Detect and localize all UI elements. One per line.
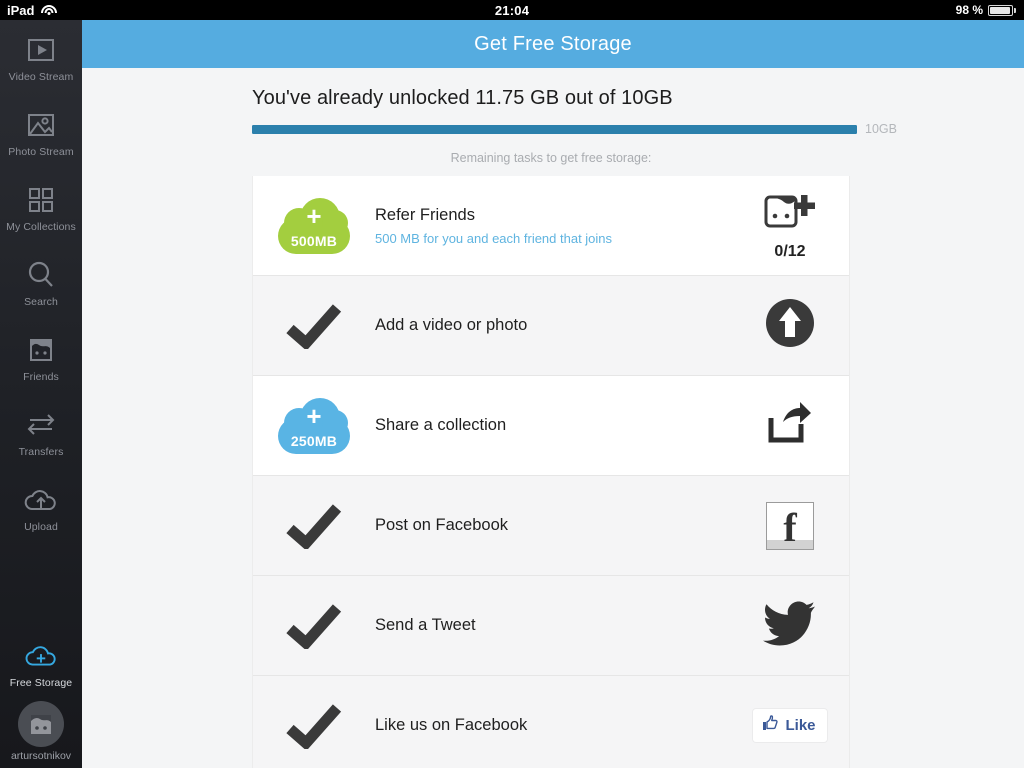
task-title-group: Refer Friends 500 MB for you and each fr… — [375, 206, 731, 246]
photo-stream-icon — [23, 108, 59, 142]
wifi-icon — [41, 4, 58, 16]
sidebar-item-upload[interactable]: Upload — [0, 470, 82, 545]
like-button-label: Like — [785, 717, 816, 734]
checkmark-icon — [286, 703, 342, 749]
sidebar-item-free-storage[interactable]: Free Storage — [0, 626, 82, 701]
progress-cap-label: 10GB — [865, 122, 897, 136]
task-action[interactable] — [731, 298, 849, 353]
task-action[interactable]: 0/12 — [731, 191, 849, 261]
sidebar-label: Free Storage — [9, 676, 73, 689]
task-name: Post on Facebook — [375, 516, 508, 534]
task-title-group: Add a video or photo — [375, 316, 731, 335]
sidebar-label: Video Stream — [8, 70, 74, 83]
task-row[interactable]: + 250MB Share a collection — [253, 376, 849, 476]
tasks-subheading: Remaining tasks to get free storage: — [450, 151, 652, 165]
status-bar-right: 98 % — [724, 3, 1024, 17]
sidebar-label: Friends — [23, 370, 59, 383]
task-title-group: Post on Facebook — [375, 516, 731, 535]
task-title-group: Share a collection — [375, 416, 731, 435]
task-row[interactable]: Add a video or photo — [253, 276, 849, 376]
task-action[interactable]: f — [731, 501, 849, 550]
task-title-group: Send a Tweet — [375, 616, 731, 635]
cloud-plus-sign: + — [306, 400, 322, 431]
cloud-amount-label: 250MB — [290, 432, 338, 449]
task-badge — [253, 603, 375, 649]
task-badge — [253, 303, 375, 349]
checkmark-icon — [286, 303, 342, 349]
cloud-reward-badge: + 250MB — [276, 397, 352, 454]
task-action[interactable] — [731, 402, 849, 449]
sidebar-label: Upload — [24, 520, 58, 533]
video-stream-icon — [23, 33, 59, 67]
task-badge — [253, 703, 375, 749]
twitter-bird-icon — [762, 600, 817, 651]
task-row[interactable]: Like us on Facebook Like — [253, 676, 849, 768]
thumbs-up-icon — [762, 715, 779, 736]
sidebar-item-friends[interactable]: Friends — [0, 320, 82, 395]
task-name: Like us on Facebook — [375, 716, 528, 734]
sidebar-item-my-collections[interactable]: My Collections — [0, 170, 82, 245]
sidebar-item-transfers[interactable]: Transfers — [0, 395, 82, 470]
sidebar-label: My Collections — [6, 220, 76, 233]
task-row[interactable]: + 500MB Refer Friends 500 MB for you and… — [253, 176, 849, 276]
upload-cloud-icon — [23, 483, 59, 517]
cloud-amount-label: 500MB — [290, 232, 338, 249]
ios-status-bar: iPad 21:04 98 % — [0, 0, 1024, 20]
storage-progress: 10GB — [252, 122, 897, 136]
sidebar-label: Search — [24, 295, 58, 308]
sidebar-item-search[interactable]: Search — [0, 245, 82, 320]
sidebar: Video Stream Photo Stream My Collections… — [0, 20, 82, 768]
cloud-reward-badge: + 500MB — [276, 197, 352, 254]
facebook-box-icon: f — [766, 501, 814, 550]
friends-avatar-icon — [23, 333, 59, 367]
task-row[interactable]: Post on Facebook f — [253, 476, 849, 576]
referral-count: 0/12 — [774, 242, 806, 260]
add-friend-icon — [762, 191, 818, 240]
task-name: Add a video or photo — [375, 316, 528, 334]
task-title-group: Like us on Facebook — [375, 716, 731, 735]
transfers-arrows-icon — [23, 408, 59, 442]
free-storage-cloud-plus-icon — [23, 639, 59, 673]
task-action[interactable] — [731, 600, 849, 651]
account-username: artursotnikov — [10, 750, 72, 762]
facebook-like-button[interactable]: Like — [753, 709, 827, 742]
task-name: Refer Friends — [375, 205, 475, 224]
main-content: You've already unlocked 11.75 GB out of … — [82, 68, 1024, 768]
unlocked-headline: You've already unlocked 11.75 GB out of … — [252, 87, 673, 109]
search-icon — [23, 258, 59, 292]
upload-arrow-circle-icon — [765, 298, 815, 353]
progress-track — [252, 124, 858, 134]
status-bar-left: iPad — [0, 3, 300, 18]
collections-grid-icon — [23, 183, 59, 217]
sidebar-label: Photo Stream — [8, 145, 74, 158]
task-action[interactable]: Like — [731, 709, 849, 742]
task-badge: + 500MB — [253, 197, 375, 254]
page-title: Get Free Storage — [474, 32, 632, 55]
checkmark-icon — [286, 603, 342, 649]
sidebar-item-video-stream[interactable]: Video Stream — [0, 20, 82, 95]
sidebar-label: Transfers — [18, 445, 64, 458]
task-badge — [253, 503, 375, 549]
checkmark-icon — [286, 503, 342, 549]
task-name: Share a collection — [375, 416, 507, 434]
battery-icon — [988, 4, 1016, 16]
share-icon — [767, 402, 813, 449]
task-list: + 500MB Refer Friends 500 MB for you and… — [252, 176, 850, 768]
cloud-plus-sign: + — [306, 200, 322, 231]
app-root: iPad 21:04 98 % Video Stream Photo Strea… — [0, 0, 1024, 768]
sidebar-item-photo-stream[interactable]: Photo Stream — [0, 95, 82, 170]
task-badge: + 250MB — [253, 397, 375, 454]
task-name: Send a Tweet — [375, 616, 476, 634]
sidebar-bottom: Free Storage artursotnikov — [0, 626, 82, 768]
user-avatar-icon — [18, 701, 64, 747]
status-bar-clock: 21:04 — [494, 2, 530, 18]
battery-percent: 98 % — [955, 3, 983, 17]
page-header-bar: Get Free Storage — [82, 20, 1024, 68]
device-name: iPad — [7, 2, 35, 18]
sidebar-account[interactable]: artursotnikov — [0, 701, 82, 768]
task-row[interactable]: Send a Tweet — [253, 576, 849, 676]
progress-fill — [252, 124, 858, 134]
task-subtitle: 500 MB for you and each friend that join… — [375, 230, 613, 246]
